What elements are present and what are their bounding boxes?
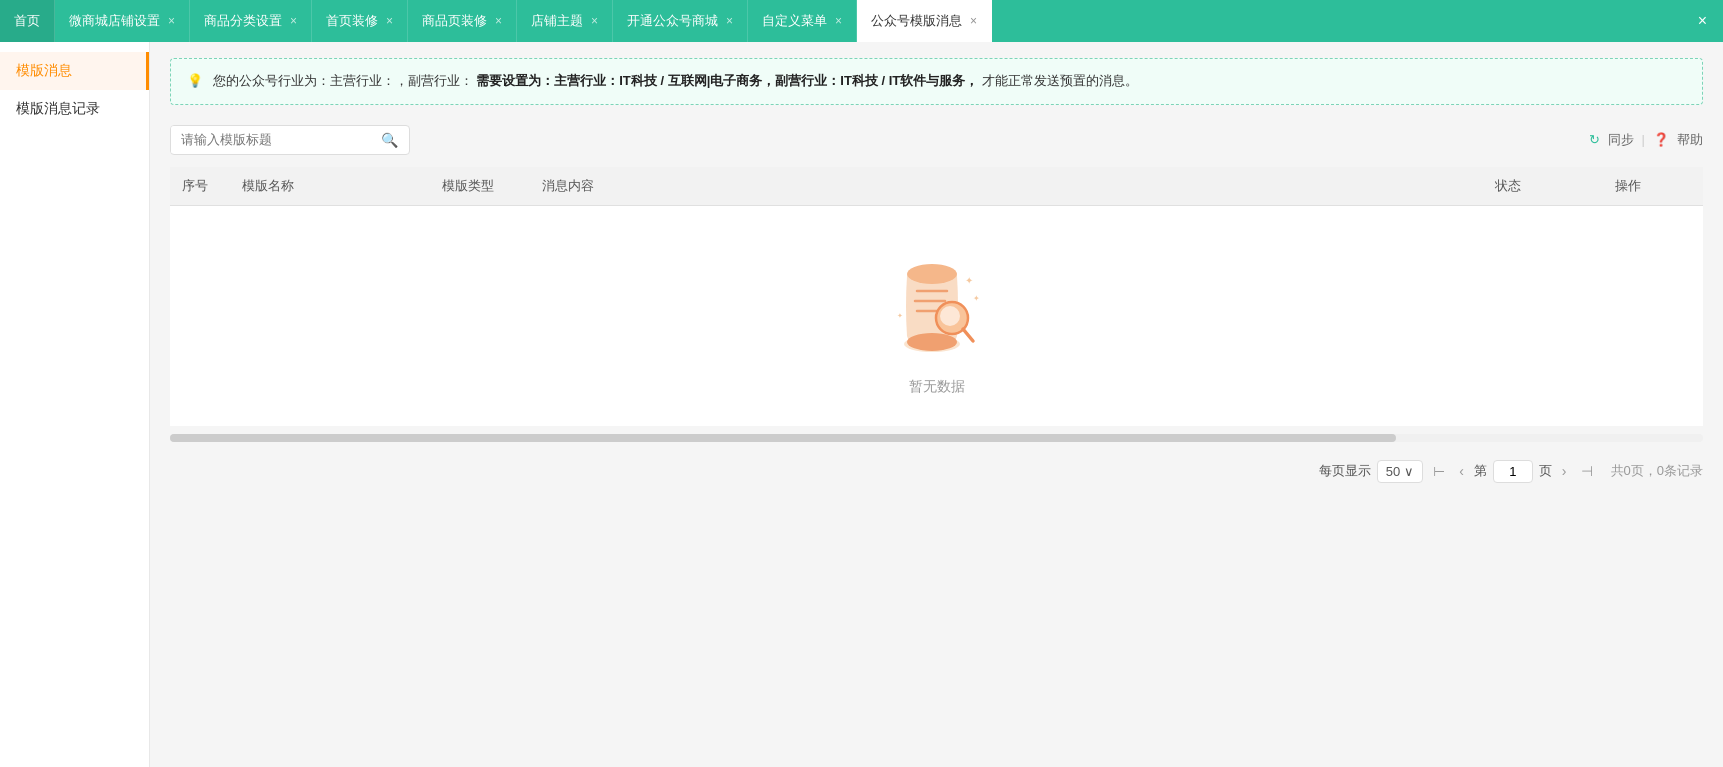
tab-open-mall-label: 开通公众号商城 bbox=[627, 12, 718, 30]
svg-text:✦: ✦ bbox=[973, 294, 980, 303]
page-last-button[interactable]: ⊣ bbox=[1577, 461, 1597, 481]
svg-point-2 bbox=[907, 333, 957, 351]
page-size-value: 50 bbox=[1386, 464, 1400, 479]
col-index: 序号 bbox=[170, 167, 230, 206]
tab-custom-menu[interactable]: 自定义菜单 × bbox=[748, 0, 857, 42]
sidebar-item-template-msg-label: 模版消息 bbox=[16, 62, 72, 78]
page-prev-button[interactable]: ‹ bbox=[1455, 461, 1468, 481]
tab-template-msg[interactable]: 公众号模版消息 × bbox=[857, 0, 992, 42]
page-label: 第 bbox=[1474, 462, 1487, 480]
tab-product-decor-close[interactable]: × bbox=[495, 14, 502, 28]
notice-box: 💡 您的公众号行业为：主营行业：，副营行业： 需要设置为：主营行业：IT科技 /… bbox=[170, 58, 1703, 105]
scroll-thumb[interactable] bbox=[170, 434, 1396, 442]
tab-custom-menu-close[interactable]: × bbox=[835, 14, 842, 28]
tab-store-theme-close[interactable]: × bbox=[591, 14, 598, 28]
close-all-icon: × bbox=[1698, 12, 1707, 29]
scroll-track[interactable] bbox=[170, 434, 1703, 442]
help-icon: ❓ bbox=[1653, 132, 1669, 147]
page-next-button[interactable]: › bbox=[1558, 461, 1571, 481]
notice-highlight: 需要设置为：主营行业：IT科技 / 互联网|电子商务，副营行业：IT科技 / I… bbox=[476, 73, 978, 88]
search-button[interactable]: 🔍 bbox=[371, 126, 408, 154]
tab-category-settings[interactable]: 商品分类设置 × bbox=[190, 0, 312, 42]
col-name: 模版名称 bbox=[230, 167, 430, 206]
tab-product-decor[interactable]: 商品页装修 × bbox=[408, 0, 517, 42]
page-first-button[interactable]: ⊢ bbox=[1429, 461, 1449, 481]
data-table: 序号 模版名称 模版类型 消息内容 状态 操作 bbox=[170, 167, 1703, 426]
tab-category-settings-label: 商品分类设置 bbox=[204, 12, 282, 30]
empty-row: ✦ ✦ ✦ 暂无数据 bbox=[170, 205, 1703, 426]
help-label[interactable]: 帮助 bbox=[1677, 131, 1703, 149]
sidebar-item-template-record[interactable]: 模版消息记录 bbox=[0, 90, 149, 128]
empty-text: 暂无数据 bbox=[909, 378, 965, 396]
search-box[interactable]: 🔍 bbox=[170, 125, 410, 155]
notice-suffix: 才能正常发送预置的消息。 bbox=[982, 73, 1138, 88]
tab-store-settings[interactable]: 微商城店铺设置 × bbox=[55, 0, 190, 42]
top-nav: 首页 微商城店铺设置 × 商品分类设置 × 首页装修 × 商品页装修 × 店铺主… bbox=[0, 0, 1723, 42]
tab-homepage-decor-label: 首页装修 bbox=[326, 12, 378, 30]
col-action: 操作 bbox=[1603, 167, 1703, 206]
tab-home[interactable]: 首页 bbox=[0, 0, 55, 42]
svg-point-7 bbox=[940, 306, 960, 326]
svg-text:✦: ✦ bbox=[965, 275, 973, 286]
col-type: 模版类型 bbox=[430, 167, 530, 206]
page-unit: 页 bbox=[1539, 462, 1552, 480]
pagination: 每页显示 50 ∨ ⊢ ‹ 第 页 › ⊣ 共0页，0条记录 bbox=[170, 450, 1703, 493]
tab-store-settings-label: 微商城店铺设置 bbox=[69, 12, 160, 30]
notice-icon: 💡 bbox=[187, 73, 203, 88]
sidebar-item-template-msg[interactable]: 模版消息 bbox=[0, 52, 149, 90]
tab-open-mall-close[interactable]: × bbox=[726, 14, 733, 28]
sync-label[interactable]: 同步 bbox=[1608, 131, 1634, 149]
tab-open-mall[interactable]: 开通公众号商城 × bbox=[613, 0, 748, 42]
tab-homepage-decor-close[interactable]: × bbox=[386, 14, 393, 28]
tab-store-theme[interactable]: 店铺主题 × bbox=[517, 0, 613, 42]
svg-line-8 bbox=[963, 329, 973, 341]
sync-icon: ↻ bbox=[1589, 132, 1600, 147]
divider: | bbox=[1642, 132, 1645, 147]
table-header: 序号 模版名称 模版类型 消息内容 状态 操作 bbox=[170, 167, 1703, 206]
svg-text:✦: ✦ bbox=[897, 312, 903, 319]
tab-template-msg-close[interactable]: × bbox=[970, 14, 977, 28]
page-size-select[interactable]: 50 ∨ bbox=[1377, 460, 1423, 483]
tab-custom-menu-label: 自定义菜单 bbox=[762, 12, 827, 30]
empty-illustration: ✦ ✦ ✦ bbox=[877, 246, 997, 366]
page-size-chevron: ∨ bbox=[1404, 464, 1414, 479]
page-input[interactable] bbox=[1493, 460, 1533, 483]
tab-store-settings-close[interactable]: × bbox=[168, 14, 175, 28]
col-status: 状态 bbox=[1483, 167, 1603, 206]
sidebar: 模版消息 模版消息记录 bbox=[0, 42, 150, 767]
tab-homepage-decor[interactable]: 首页装修 × bbox=[312, 0, 408, 42]
close-all-button[interactable]: × bbox=[1682, 12, 1723, 30]
search-row: 🔍 ↻ 同步 | ❓ 帮助 bbox=[170, 125, 1703, 155]
notice-prefix: 您的公众号行业为：主营行业：，副营行业： bbox=[213, 73, 473, 88]
table-body: ✦ ✦ ✦ 暂无数据 bbox=[170, 205, 1703, 426]
empty-state: ✦ ✦ ✦ 暂无数据 bbox=[170, 206, 1703, 426]
svg-point-1 bbox=[907, 264, 957, 284]
tab-template-msg-label: 公众号模版消息 bbox=[871, 12, 962, 30]
page-size-label: 每页显示 bbox=[1319, 462, 1371, 480]
tab-home-label: 首页 bbox=[14, 12, 40, 30]
tab-product-decor-label: 商品页装修 bbox=[422, 12, 487, 30]
total-info: 共0页，0条记录 bbox=[1611, 462, 1703, 480]
tab-category-close[interactable]: × bbox=[290, 14, 297, 28]
content-area: 💡 您的公众号行业为：主营行业：，副营行业： 需要设置为：主营行业：IT科技 /… bbox=[150, 42, 1723, 767]
action-links: ↻ 同步 | ❓ 帮助 bbox=[1589, 131, 1703, 149]
tab-store-theme-label: 店铺主题 bbox=[531, 12, 583, 30]
col-content: 消息内容 bbox=[530, 167, 1483, 206]
sidebar-item-template-record-label: 模版消息记录 bbox=[16, 100, 100, 116]
main-layout: 模版消息 模版消息记录 💡 您的公众号行业为：主营行业：，副营行业： 需要设置为… bbox=[0, 42, 1723, 767]
search-input[interactable] bbox=[171, 126, 371, 153]
